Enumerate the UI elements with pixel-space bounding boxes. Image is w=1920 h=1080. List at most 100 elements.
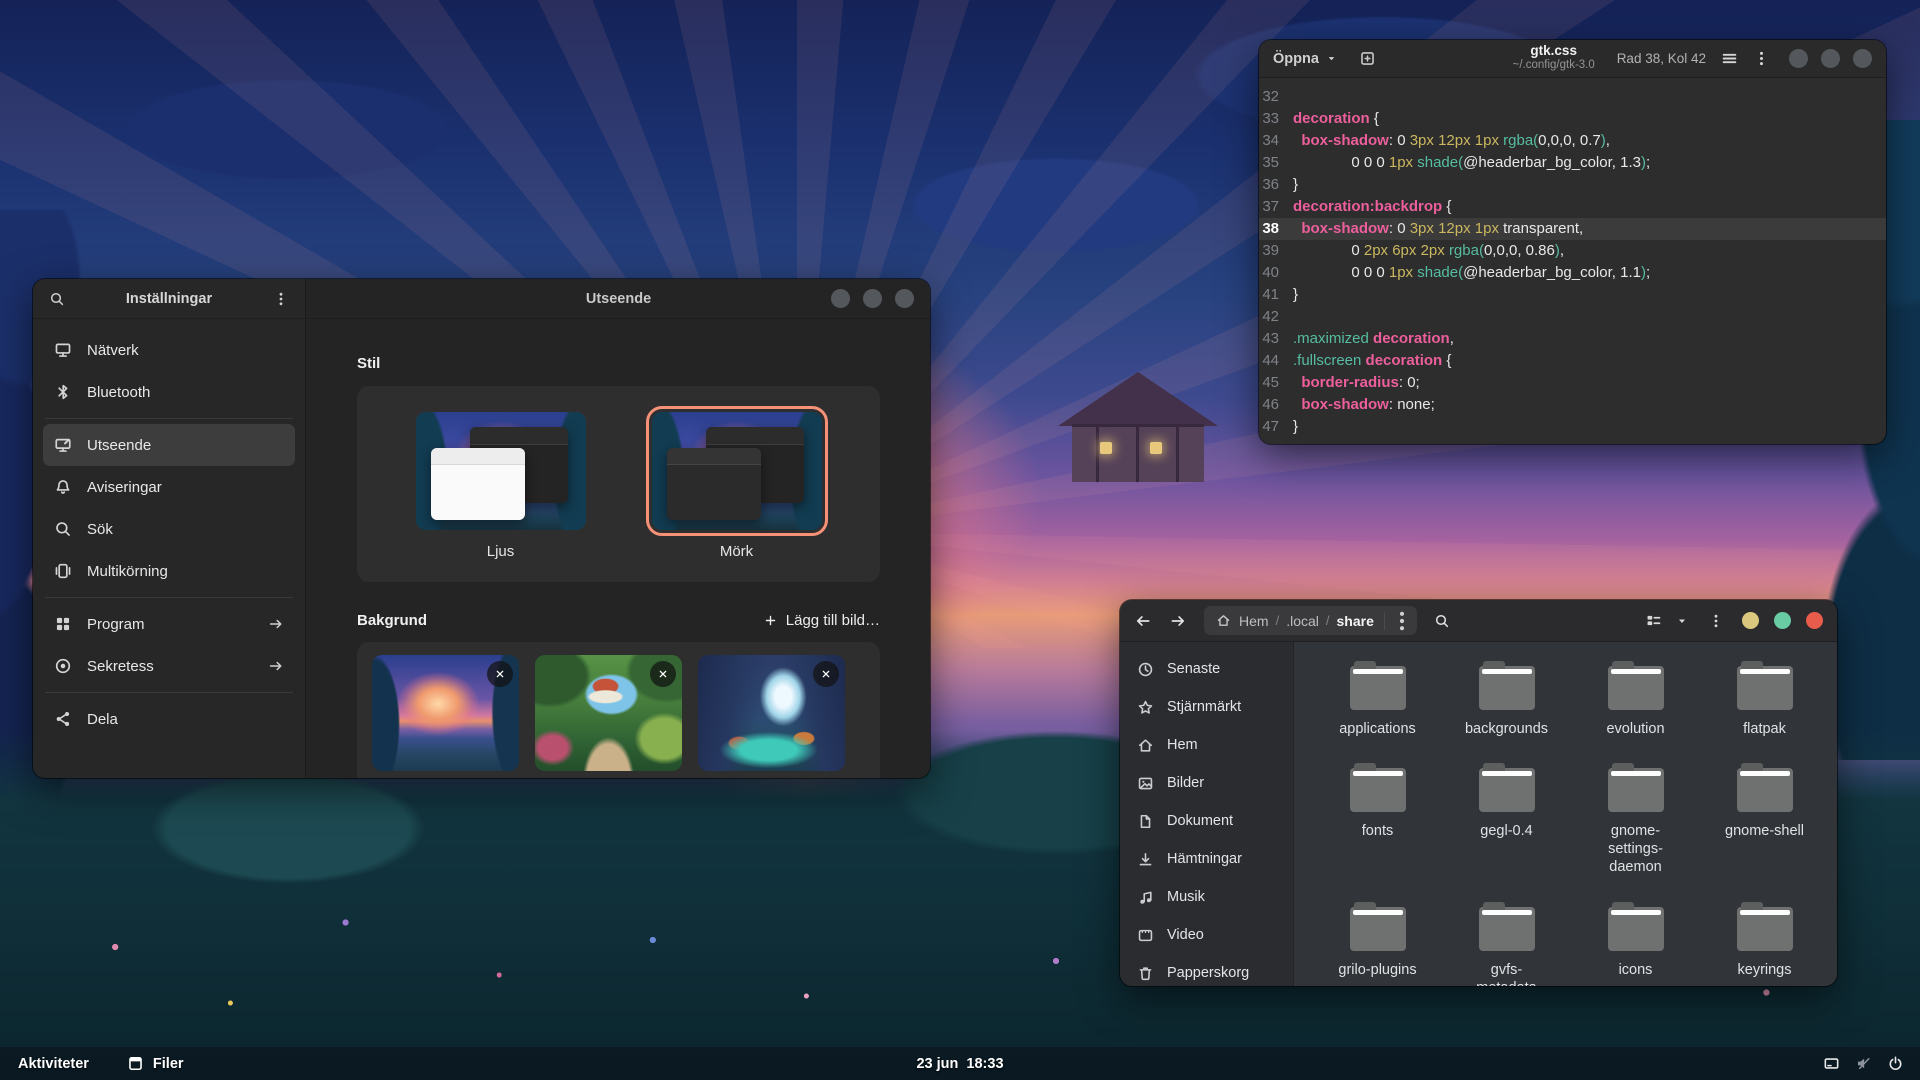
video-icon: [1137, 927, 1154, 944]
folder-gvfs-metadata[interactable]: gvfs-metadata: [1442, 901, 1571, 986]
files-sidebar-item-bilder[interactable]: Bilder: [1120, 764, 1293, 802]
kebab-menu-button[interactable]: [273, 291, 289, 307]
home-icon: [1216, 613, 1231, 628]
search-icon[interactable]: [49, 291, 65, 307]
code-line-47[interactable]: 47}: [1259, 416, 1886, 438]
maximize-button[interactable]: [1774, 612, 1791, 629]
back-button[interactable]: [1134, 612, 1152, 630]
background-thumbnail-sunset-lake[interactable]: [372, 655, 519, 771]
minimize-button[interactable]: [831, 289, 850, 308]
hamburger-menu-button[interactable]: [1721, 50, 1738, 67]
code-line-34[interactable]: 34 box-shadow: 0 3px 12px 1px rgba(0,0,0…: [1259, 130, 1886, 152]
breadcrumb-segment-hem[interactable]: Hem: [1239, 613, 1269, 629]
files-sidebar-item-hamtningar[interactable]: Hämtningar: [1120, 840, 1293, 878]
breadcrumb[interactable]: Hem / .local / share: [1204, 606, 1417, 635]
folder-icons[interactable]: icons: [1571, 901, 1700, 987]
search-button[interactable]: [1434, 613, 1450, 629]
style-option-ljus[interactable]: Ljus: [410, 406, 592, 560]
code-line-42[interactable]: 42: [1259, 306, 1886, 328]
code-line-37[interactable]: 37 decoration:backdrop {: [1259, 196, 1886, 218]
close-button[interactable]: [1806, 612, 1823, 629]
minimize-button[interactable]: [1789, 49, 1808, 68]
code-line-43[interactable]: 43 .maximized decoration,: [1259, 328, 1886, 350]
files-sidebar-item-video[interactable]: Video: [1120, 916, 1293, 954]
code-line-39[interactable]: 39 0 2px 6px 2px rgba(0,0,0, 0.86),: [1259, 240, 1886, 262]
screen-share-icon[interactable]: [1823, 1055, 1840, 1072]
files-sidebar-item-papperskorg[interactable]: Papperskorg: [1120, 954, 1293, 986]
activities-button[interactable]: Aktiviteter: [18, 1056, 89, 1072]
sidebar-item-program[interactable]: Program: [43, 603, 295, 645]
breadcrumb-segment--local[interactable]: .local: [1286, 613, 1319, 629]
maximize-button[interactable]: [1821, 49, 1840, 68]
sidebar-item-aviseringar[interactable]: Aviseringar: [43, 466, 295, 508]
code-line-45[interactable]: 45 border-radius: 0;: [1259, 372, 1886, 394]
folder-gnome-shell[interactable]: gnome-shell: [1700, 762, 1829, 876]
open-button[interactable]: Öppna: [1273, 51, 1337, 67]
files-sidebar-item-stjarnmarkt[interactable]: Stjärnmärkt: [1120, 688, 1293, 726]
remove-background-button[interactable]: [487, 661, 513, 687]
background-thumbnail-blue-valley[interactable]: [698, 655, 845, 771]
close-button[interactable]: [895, 289, 914, 308]
style-option-mork[interactable]: Mörk: [645, 406, 828, 560]
code-line-44[interactable]: 44 .fullscreen decoration {: [1259, 350, 1886, 372]
clock[interactable]: 23 jun 18:33: [916, 1056, 1003, 1072]
maximize-button[interactable]: [863, 289, 882, 308]
forward-button[interactable]: [1169, 612, 1187, 630]
code-line-41[interactable]: 41}: [1259, 284, 1886, 306]
breadcrumb-segment-share[interactable]: share: [1337, 613, 1374, 629]
new-document-button[interactable]: [1359, 50, 1376, 67]
code-line-36[interactable]: 36}: [1259, 174, 1886, 196]
folder-evolution[interactable]: evolution: [1571, 660, 1700, 738]
code-line-40[interactable]: 40 0 0 0 1px shade(@headerbar_bg_color, …: [1259, 262, 1886, 284]
code-line-32[interactable]: 32: [1259, 86, 1886, 108]
open-button-label: Öppna: [1273, 50, 1319, 67]
sidebar-item-bluetooth[interactable]: Bluetooth: [43, 371, 295, 413]
cursor-position[interactable]: Rad 38, Kol 42: [1617, 51, 1706, 66]
sidebar-item-dela[interactable]: Dela: [43, 698, 295, 740]
folder-gnome-settings-daemon[interactable]: gnome-settings-daemon: [1571, 762, 1700, 876]
document-title: gtk.css: [1530, 43, 1577, 58]
folder-icon: [1607, 901, 1664, 951]
files-sidebar-item-senaste[interactable]: Senaste: [1120, 650, 1293, 688]
path-menu-button[interactable]: [1390, 609, 1414, 633]
power-icon[interactable]: [1887, 1055, 1904, 1072]
minimize-button[interactable]: [1742, 612, 1759, 629]
files-app-button[interactable]: Filer: [127, 1055, 184, 1072]
folder-applications[interactable]: applications: [1313, 660, 1442, 738]
files-sidebar-item-dokument[interactable]: Dokument: [1120, 802, 1293, 840]
volume-muted-icon[interactable]: [1855, 1055, 1872, 1072]
kebab-menu-button[interactable]: [1708, 613, 1724, 629]
remove-background-button[interactable]: [650, 661, 676, 687]
folder-keyrings[interactable]: keyrings: [1700, 901, 1829, 987]
sidebar-item-sok[interactable]: Sök: [43, 508, 295, 550]
folder-grilo-plugins[interactable]: grilo-plugins: [1313, 901, 1442, 987]
view-options-chevron[interactable]: [1676, 615, 1688, 627]
code-line-38[interactable]: 38 box-shadow: 0 3px 12px 1px transparen…: [1259, 218, 1886, 240]
folder-gegl-0-4[interactable]: gegl-0.4: [1442, 762, 1571, 876]
view-toggle-button[interactable]: [1645, 612, 1662, 629]
background-thumbnail-summer-garden[interactable]: [535, 655, 682, 771]
remove-background-button[interactable]: [813, 661, 839, 687]
close-button[interactable]: [1853, 49, 1872, 68]
folder-fonts[interactable]: fonts: [1313, 762, 1442, 876]
code-line-35[interactable]: 35 0 0 0 1px shade(@headerbar_bg_color, …: [1259, 152, 1886, 174]
files-sidebar-item-musik[interactable]: Musik: [1120, 878, 1293, 916]
code-line-46[interactable]: 46 box-shadow: none;: [1259, 394, 1886, 416]
code-text: box-shadow: none;: [1301, 396, 1435, 413]
sidebar-item-multikorning[interactable]: Multikörning: [43, 550, 295, 592]
code-line-33[interactable]: 33 decoration {: [1259, 108, 1886, 130]
kebab-menu-button[interactable]: [1753, 50, 1770, 67]
folder-icon: [1349, 901, 1406, 951]
files-grid: applications backgrounds evolution flatpak f…: [1295, 642, 1837, 986]
sidebar-item-utseende[interactable]: Utseende: [43, 424, 295, 466]
sidebar-item-sekretess[interactable]: Sekretess: [43, 645, 295, 687]
editor-code[interactable]: 32 33 decoration {34 box-shadow: 0 3px 12p…: [1259, 78, 1886, 444]
sidebar-item-natverk[interactable]: Nätverk: [43, 329, 295, 371]
add-picture-label: Lägg till bild…: [785, 612, 880, 629]
add-picture-button[interactable]: Lägg till bild…: [764, 612, 880, 629]
folder-backgrounds[interactable]: backgrounds: [1442, 660, 1571, 738]
files-sidebar-item-hem[interactable]: Hem: [1120, 726, 1293, 764]
line-number: 32: [1262, 88, 1279, 105]
folder-flatpak[interactable]: flatpak: [1700, 660, 1829, 738]
bell-icon: [54, 478, 72, 496]
